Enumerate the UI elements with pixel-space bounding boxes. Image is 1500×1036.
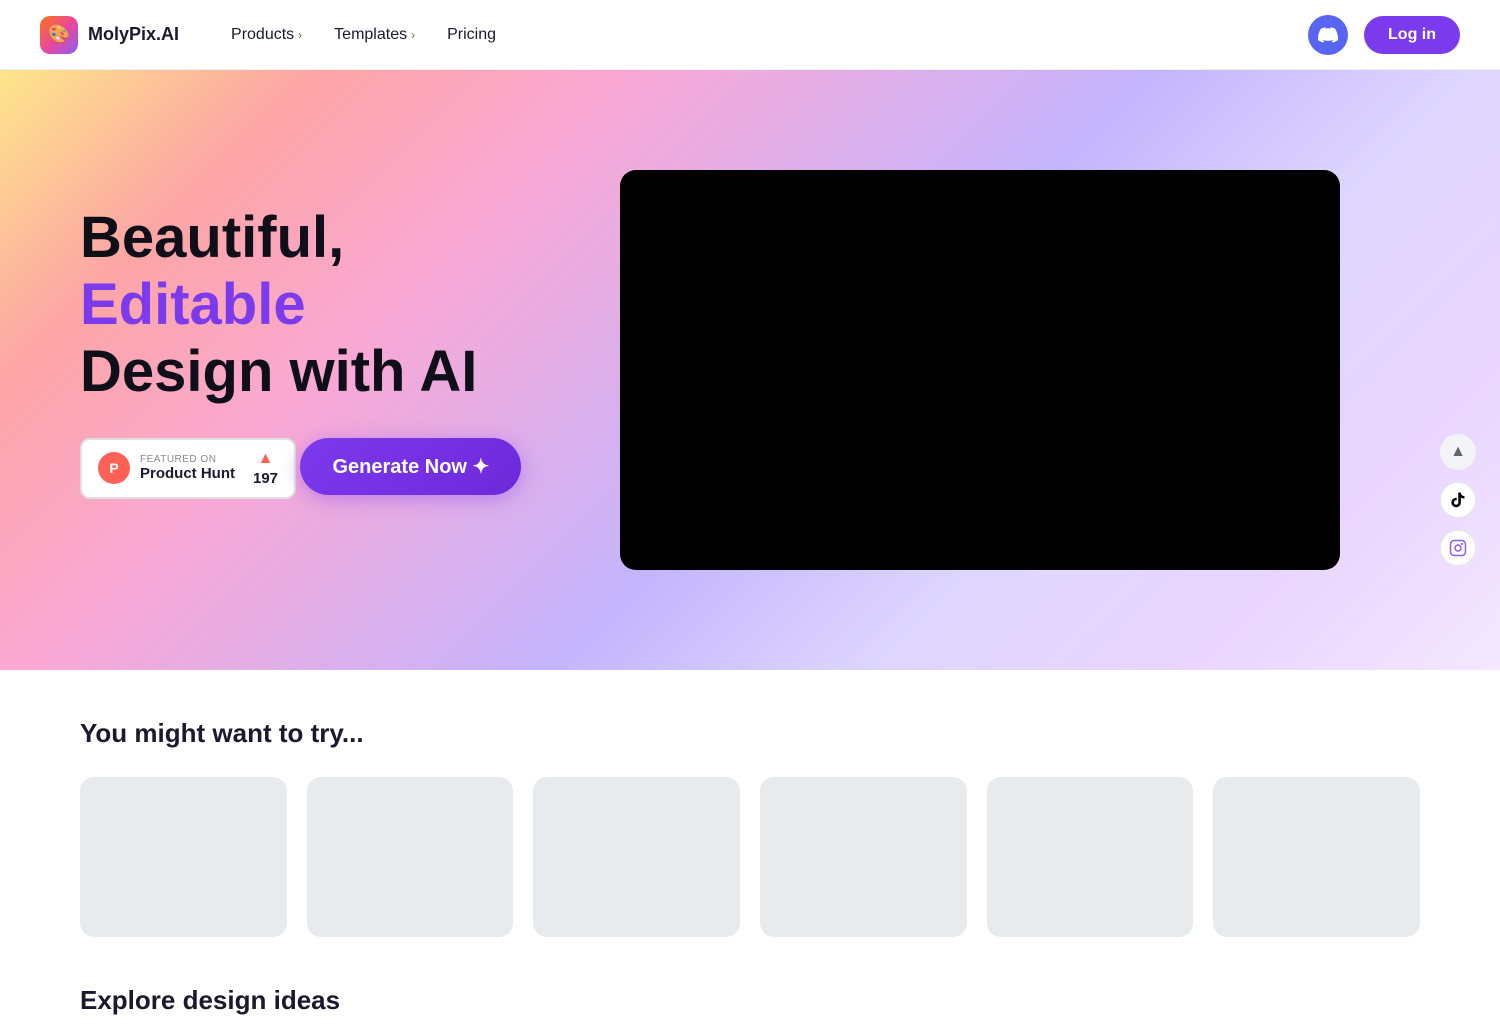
instagram-icon — [1449, 539, 1467, 557]
try-card-4[interactable] — [760, 777, 967, 937]
try-cards-row — [80, 777, 1420, 937]
chevron-up-icon: ▲ — [1450, 443, 1466, 461]
product-hunt-votes: ▲ 197 — [253, 450, 278, 487]
product-hunt-badge[interactable]: P FEATURED ON Product Hunt ▲ 197 — [80, 438, 296, 499]
hero-title-highlight: Editable — [80, 272, 306, 337]
logo-text: MolyPix.AI — [88, 24, 179, 45]
nav-products[interactable]: Products › — [219, 18, 314, 52]
hero-video — [620, 170, 1340, 570]
try-section: You might want to try... — [0, 670, 1500, 985]
nav-pricing[interactable]: Pricing — [435, 18, 508, 52]
nav-links: Products › Templates › Pricing — [219, 18, 508, 52]
templates-chevron-icon: › — [411, 28, 415, 42]
logo-icon: 🎨 — [40, 16, 78, 54]
hero-title: Beautiful, Editable Design with AI — [80, 205, 560, 405]
tiktok-icon — [1449, 491, 1467, 509]
tiktok-button[interactable] — [1440, 482, 1476, 518]
product-hunt-featured: FEATURED ON — [140, 454, 235, 465]
product-hunt-icon: P — [98, 452, 130, 484]
products-chevron-icon: › — [298, 28, 302, 42]
try-card-5[interactable] — [987, 777, 1194, 937]
hero-left: Beautiful, Editable Design with AI P FEA… — [80, 205, 560, 534]
discord-icon — [1318, 25, 1338, 45]
hero-title-part1: Beautiful, — [80, 205, 344, 270]
login-button[interactable]: Log in — [1364, 16, 1460, 54]
generate-now-button[interactable]: Generate Now ✦ — [300, 438, 521, 495]
try-card-3[interactable] — [533, 777, 740, 937]
votes-count: 197 — [253, 470, 278, 487]
nav-products-label: Products — [231, 26, 294, 44]
nav-right: Log in — [1308, 15, 1460, 55]
votes-arrow-icon: ▲ — [258, 450, 274, 468]
explore-section-title: Explore design ideas — [0, 985, 1500, 1036]
hero-title-part2: Design with AI — [80, 339, 477, 404]
try-card-1[interactable] — [80, 777, 287, 937]
scroll-up-button[interactable]: ▲ — [1440, 434, 1476, 470]
sidebar-icons: ▲ — [1440, 434, 1476, 566]
product-hunt-name: Product Hunt — [140, 465, 235, 482]
navbar: 🎨 MolyPix.AI Products › Templates › Pric… — [0, 0, 1500, 70]
nav-left: 🎨 MolyPix.AI Products › Templates › Pric… — [40, 16, 508, 54]
logo[interactable]: 🎨 MolyPix.AI — [40, 16, 179, 54]
product-hunt-text: FEATURED ON Product Hunt — [140, 454, 235, 482]
instagram-button[interactable] — [1440, 530, 1476, 566]
nav-pricing-label: Pricing — [447, 26, 496, 44]
nav-templates[interactable]: Templates › — [322, 18, 427, 52]
try-card-6[interactable] — [1213, 777, 1420, 937]
try-section-title: You might want to try... — [80, 718, 1420, 749]
hero-section: Beautiful, Editable Design with AI P FEA… — [0, 70, 1500, 670]
discord-button[interactable] — [1308, 15, 1348, 55]
try-card-2[interactable] — [307, 777, 514, 937]
nav-templates-label: Templates — [334, 26, 407, 44]
